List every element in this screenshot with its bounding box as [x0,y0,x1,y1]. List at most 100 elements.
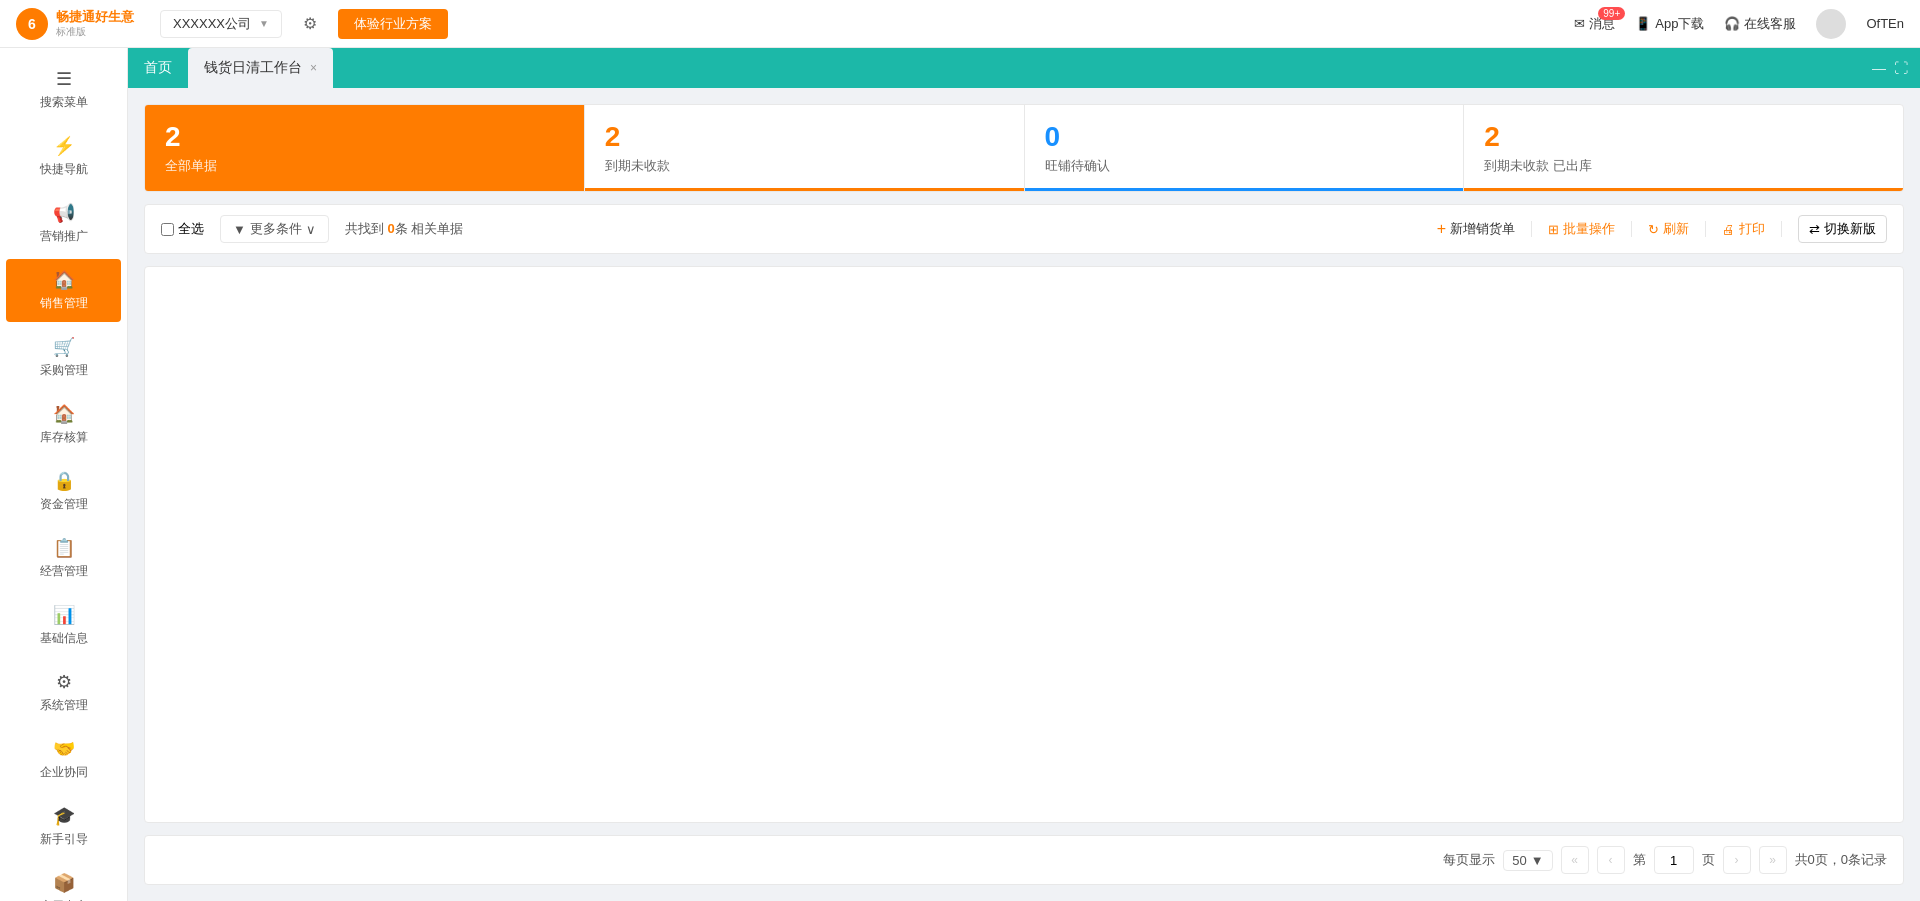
purchase-icon: 🛒 [53,336,75,358]
plus-icon: + [1437,220,1446,238]
batch-ops-btn[interactable]: ⊞ 批量操作 [1548,220,1615,238]
operations-icon: 📋 [53,537,75,559]
gear-icon: ⚙ [303,14,317,33]
refresh-label: 刷新 [1663,220,1689,238]
marketing-icon: 📢 [53,202,75,224]
message-icon: ✉ [1574,16,1585,31]
more-conditions-label: 更多条件 [250,220,302,238]
sidebar-item-inventory[interactable]: 🏠 库存核算 [6,393,121,456]
more-conditions-btn[interactable]: ▼ 更多条件 ∨ [220,215,329,243]
service-icon: 🎧 [1724,16,1740,31]
user-avatar-btn[interactable] [1816,9,1846,39]
print-btn[interactable]: 🖨 打印 [1722,220,1765,238]
sidebar-item-purchase[interactable]: 🛒 采购管理 [6,326,121,389]
chevron-down-icon: ∨ [306,222,316,237]
tab-close-icon[interactable]: × [310,61,317,75]
sidebar-label-guide: 新手引导 [40,831,88,848]
finance-icon: 🔒 [53,470,75,492]
select-all-input[interactable] [161,223,174,236]
content-area: 首页 钱货日清工作台 × — ⛶ 2 全部单据 2 [128,48,1920,901]
stat-num-all: 2 [165,121,564,153]
active-tab-label: 钱货日清工作台 [204,59,302,77]
sidebar-item-sales[interactable]: 🏠 销售管理 [6,259,121,322]
divider4 [1781,221,1782,237]
messages-badge: 99+ [1598,7,1625,20]
sidebar-item-operations[interactable]: 📋 经营管理 [6,527,121,590]
stat-card-wangpu[interactable]: 0 旺铺待确认 [1025,105,1465,191]
sidebar-item-basic-info[interactable]: 📊 基础信息 [6,594,121,657]
logo-icon: 6 [16,8,48,40]
stat-card-shipped[interactable]: 2 到期未收款 已出库 [1464,105,1903,191]
sidebar-item-finance[interactable]: 🔒 资金管理 [6,460,121,523]
system-icon: ⚙ [56,671,72,693]
switch-new-label: 切换新版 [1824,220,1876,238]
select-all-checkbox[interactable]: 全选 [161,220,204,238]
table-area [144,266,1904,823]
stat-card-all[interactable]: 2 全部单据 [145,105,585,191]
tab-work-bench[interactable]: 钱货日清工作台 × [188,48,333,88]
batch-icon: ⊞ [1548,222,1559,237]
stats-row: 2 全部单据 2 到期未收款 0 旺铺待确认 2 到期未收款 已出库 [144,104,1904,192]
sidebar-label-finance: 资金管理 [40,496,88,513]
main-layout: ☰ 搜索菜单 ⚡ 快捷导航 📢 营销推广 🏠 销售管理 🛒 采购管理 🏠 库存核… [0,48,1920,901]
app-center-icon: 📦 [53,872,75,894]
sidebar-item-guide[interactable]: 🎓 新手引导 [6,795,121,858]
sidebar-label-search-menu: 搜索菜单 [40,94,88,111]
tab-minimize-icon[interactable]: — [1872,60,1886,76]
sidebar-label-marketing: 营销推广 [40,228,88,245]
found-text: 共找到 0条 相关单据 [345,220,463,238]
filter-bar: 全选 ▼ 更多条件 ∨ 共找到 0条 相关单据 + 新增销货单 [144,204,1904,254]
basic-info-icon: 📊 [53,604,75,626]
avatar [1816,9,1846,39]
prev-page-btn[interactable]: ‹ [1597,846,1625,874]
stat-num-overdue: 2 [605,121,1004,153]
top-header: 6 畅捷通好生意 标准版 XXXXXX公司 ▼ ⚙ 体验行业方案 ✉ 消息 99… [0,0,1920,48]
online-service-btn[interactable]: 🎧 在线客服 [1724,15,1796,33]
sales-icon: 🏠 [53,269,75,291]
sidebar-item-app-center[interactable]: 📦 应用中心 [6,862,121,901]
search-menu-icon: ☰ [56,68,72,90]
messages-btn[interactable]: ✉ 消息 99+ [1574,15,1615,33]
last-page-btn[interactable]: » [1759,846,1787,874]
pagination-bar: 每页显示 50 ▼ « ‹ 第 页 › » [144,835,1904,885]
per-page-value: 50 [1512,853,1526,868]
inventory-icon: 🏠 [53,403,75,425]
first-page-btn[interactable]: « [1561,846,1589,874]
sidebar-item-marketing[interactable]: 📢 营销推广 [6,192,121,255]
tab-home[interactable]: 首页 [128,48,188,88]
sidebar-item-search-menu[interactable]: ☰ 搜索菜单 [6,58,121,121]
last-page-icon: » [1769,853,1776,867]
tab-bar-right: — ⛶ [1872,60,1920,76]
user-name: OfTEn [1866,16,1904,31]
filter-icon: ▼ [233,222,246,237]
guide-icon: 🎓 [53,805,75,827]
settings-icon-btn[interactable]: ⚙ [294,8,326,40]
tab-expand-icon[interactable]: ⛶ [1894,60,1908,76]
found-count: 0 [388,221,395,236]
new-sales-btn[interactable]: + 新增销货单 [1437,220,1515,238]
print-icon: 🖨 [1722,222,1735,237]
stat-num-shipped: 2 [1484,121,1883,153]
next-page-icon: › [1735,853,1739,867]
page-number-input[interactable] [1654,846,1694,874]
stat-label-overdue: 到期未收款 [605,157,1004,175]
sidebar-item-enterprise[interactable]: 🤝 企业协同 [6,728,121,791]
per-page-label: 每页显示 [1443,851,1495,869]
divider2 [1631,221,1632,237]
switch-new-btn[interactable]: ⇄ 切换新版 [1798,215,1887,243]
app-download-btn[interactable]: 📱 App下载 [1635,15,1704,33]
prev-page-icon: ‹ [1609,853,1613,867]
user-name-btn[interactable]: OfTEn [1866,16,1904,31]
logo-text: 畅捷通好生意 标准版 [56,9,134,39]
company-selector[interactable]: XXXXXX公司 ▼ [160,10,282,38]
per-page-select[interactable]: 50 ▼ [1503,850,1552,871]
print-label: 打印 [1739,220,1765,238]
sidebar-item-quick-nav[interactable]: ⚡ 快捷导航 [6,125,121,188]
next-page-btn[interactable]: › [1723,846,1751,874]
trial-button[interactable]: 体验行业方案 [338,9,448,39]
sidebar-item-system[interactable]: ⚙ 系统管理 [6,661,121,724]
refresh-btn[interactable]: ↻ 刷新 [1648,220,1689,238]
stat-label-shipped: 到期未收款 已出库 [1484,157,1883,175]
stat-card-overdue[interactable]: 2 到期未收款 [585,105,1025,191]
filter-bar-right: + 新增销货单 ⊞ 批量操作 ↻ 刷新 🖨 [1437,215,1887,243]
